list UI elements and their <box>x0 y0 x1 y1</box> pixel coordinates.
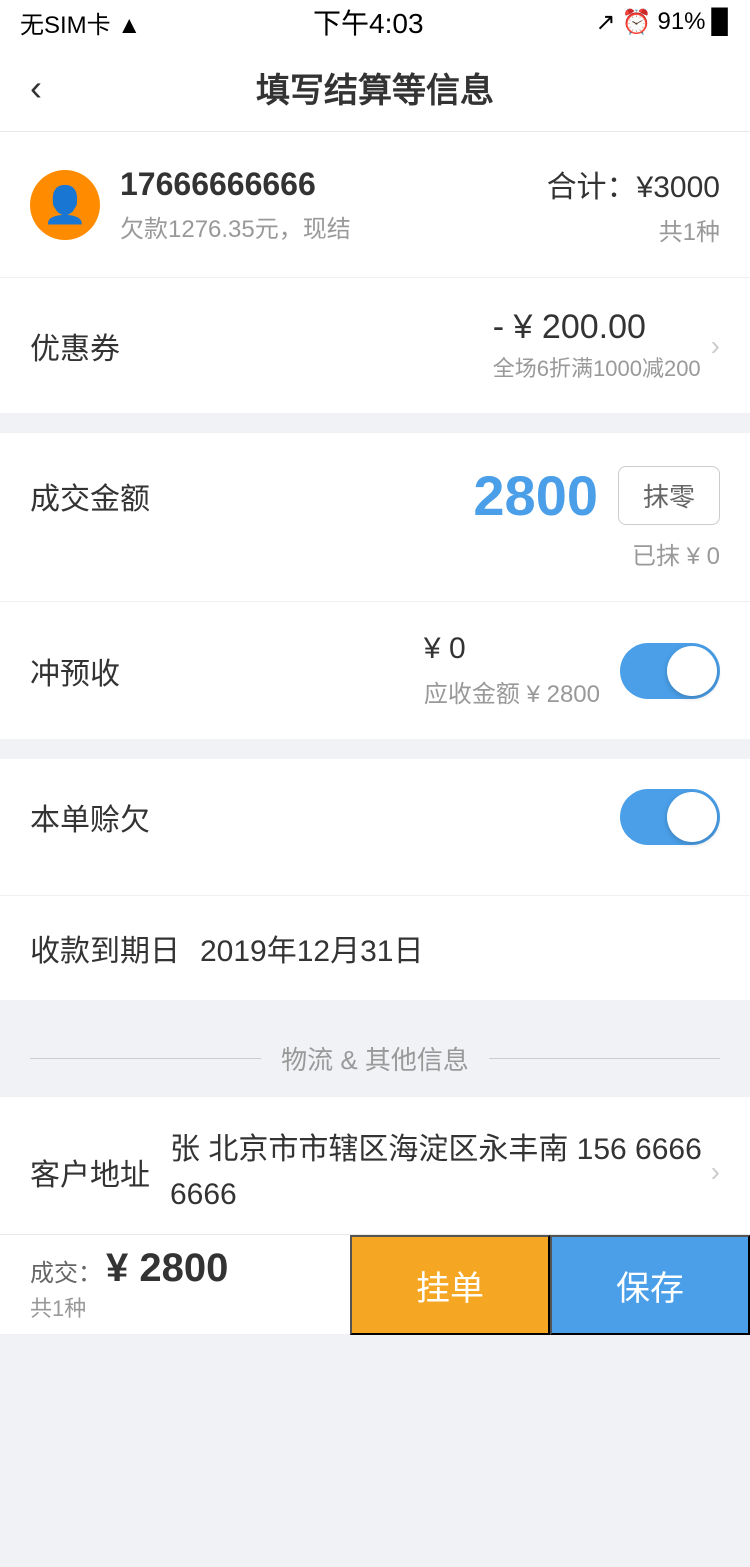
toggle-knob <box>667 646 717 696</box>
status-bar: 无SIM卡 ▲ 下午4:03 ↗ ⏰ 91% ▉ <box>0 0 750 44</box>
address-row[interactable]: 客户地址 张 北京市市辖区海淀区永丰南 156 6666 6666 › <box>30 1127 720 1217</box>
customer-left: 👤 17666666666 欠款1276.35元，现结 <box>30 166 351 244</box>
coupon-right: - ¥ 200.00 全场6折满1000减200 › <box>493 308 720 383</box>
debt-label: 本单赊欠 <box>30 795 150 839</box>
chevron-right-icon: › <box>711 330 720 362</box>
round-button[interactable]: 抹零 <box>618 466 720 525</box>
total-amount: 合计：¥3000 <box>547 162 720 206</box>
nav-bar: ‹ 填写结算等信息 <box>0 44 750 132</box>
coupon-row[interactable]: 优惠券 - ¥ 200.00 全场6折满1000减200 › <box>0 277 750 413</box>
debt-toggle-knob <box>667 792 717 842</box>
customer-info: 17666666666 欠款1276.35元，现结 <box>120 166 351 244</box>
customer-row: 👤 17666666666 欠款1276.35元，现结 合计：¥3000 共1种 <box>0 132 750 277</box>
divider-line-right <box>489 1058 720 1059</box>
bottom-summary: 成交： ¥ 2800 共1种 <box>0 1235 350 1334</box>
duedate-row: 收款到期日 2019年12月31日 <box>30 926 720 970</box>
bottom-deal-label: 成交： <box>30 1253 102 1288</box>
prepay-section: 冲预收 ¥ 0 应收金额 ¥ 2800 <box>0 601 750 739</box>
deal-right: 2800 抹零 <box>473 463 720 528</box>
bottom-spacer <box>0 1467 750 1567</box>
prepay-right: ¥ 0 应收金额 ¥ 2800 <box>424 632 720 709</box>
prepay-toggle[interactable] <box>620 643 720 699</box>
bottom-amount: ¥ 2800 <box>106 1246 228 1291</box>
prepay-label: 冲预收 <box>30 649 120 693</box>
coupon-desc: 全场6折满1000减200 <box>493 351 701 383</box>
debt-section: 本单赊欠 <box>0 759 750 875</box>
duedate-value: 2019年12月31日 <box>200 926 423 970</box>
customer-card: 👤 17666666666 欠款1276.35元，现结 合计：¥3000 共1种… <box>0 132 750 413</box>
customer-right: 合计：¥3000 共1种 <box>547 162 720 247</box>
status-left: 无SIM卡 ▲ <box>20 5 141 40</box>
duedate-section: 收款到期日 2019年12月31日 <box>0 895 750 1000</box>
save-button[interactable]: 保存 <box>550 1235 750 1335</box>
address-value: 张 北京市市辖区海淀区永丰南 156 6666 6666 <box>170 1127 711 1217</box>
address-label: 客户地址 <box>30 1150 150 1194</box>
debt-toggle[interactable] <box>620 789 720 845</box>
battery-text: 91% <box>657 8 705 36</box>
bottom-bar: 成交： ¥ 2800 共1种 挂单 保存 <box>0 1234 750 1334</box>
customer-debt: 欠款1276.35元，现结 <box>120 209 351 244</box>
status-time: 下午4:03 <box>313 2 424 42</box>
deal-sub: 已抹 ¥ 0 <box>30 536 720 571</box>
hold-button[interactable]: 挂单 <box>350 1235 550 1335</box>
debt-row: 本单赊欠 <box>30 789 720 845</box>
deal-section: 成交金额 2800 抹零 已抹 ¥ 0 <box>0 433 750 601</box>
location-icon: ↗ <box>595 8 615 37</box>
logistics-label: 物流 & 其他信息 <box>261 1040 489 1077</box>
page-title: 填写结算等信息 <box>256 63 494 112</box>
duedate-label: 收款到期日 <box>30 926 180 970</box>
status-right: ↗ ⏰ 91% ▉ <box>595 8 730 37</box>
debt-card: 本单赊欠 收款到期日 2019年12月31日 <box>0 759 750 1000</box>
coupon-label: 优惠券 <box>30 324 120 368</box>
sim-status: 无SIM卡 ▲ <box>20 5 141 40</box>
coupon-discount: - ¥ 200.00 <box>493 308 701 347</box>
deal-amount: 2800 <box>473 463 598 528</box>
bottom-count: 共1种 <box>30 1291 320 1323</box>
deal-label: 成交金额 <box>30 474 150 518</box>
prepay-amount: ¥ 0 <box>424 632 600 666</box>
user-icon: 👤 <box>43 184 88 226</box>
deal-row: 成交金额 2800 抹零 <box>30 463 720 528</box>
divider-line-left <box>30 1058 261 1059</box>
deal-card: 成交金额 2800 抹零 已抹 ¥ 0 冲预收 ¥ 0 应收金额 ¥ 2800 <box>0 433 750 739</box>
bottom-deal-row: 成交： ¥ 2800 <box>30 1246 320 1291</box>
prepay-sub: 应收金额 ¥ 2800 <box>424 674 600 709</box>
total-count: 共1种 <box>547 212 720 247</box>
address-chevron-icon: › <box>711 1156 720 1188</box>
prepay-row: 冲预收 ¥ 0 应收金额 ¥ 2800 <box>30 632 720 709</box>
clock-icon: ⏰ <box>622 8 652 37</box>
avatar: 👤 <box>30 170 100 240</box>
battery-icon: ▉ <box>712 8 730 37</box>
logistics-divider: 物流 & 其他信息 <box>0 1020 750 1097</box>
address-card: 客户地址 张 北京市市辖区海淀区永丰南 156 6666 6666 › <box>0 1097 750 1247</box>
customer-phone: 17666666666 <box>120 166 351 203</box>
main-content: 👤 17666666666 欠款1276.35元，现结 合计：¥3000 共1种… <box>0 132 750 1567</box>
back-button[interactable]: ‹ <box>30 67 42 109</box>
